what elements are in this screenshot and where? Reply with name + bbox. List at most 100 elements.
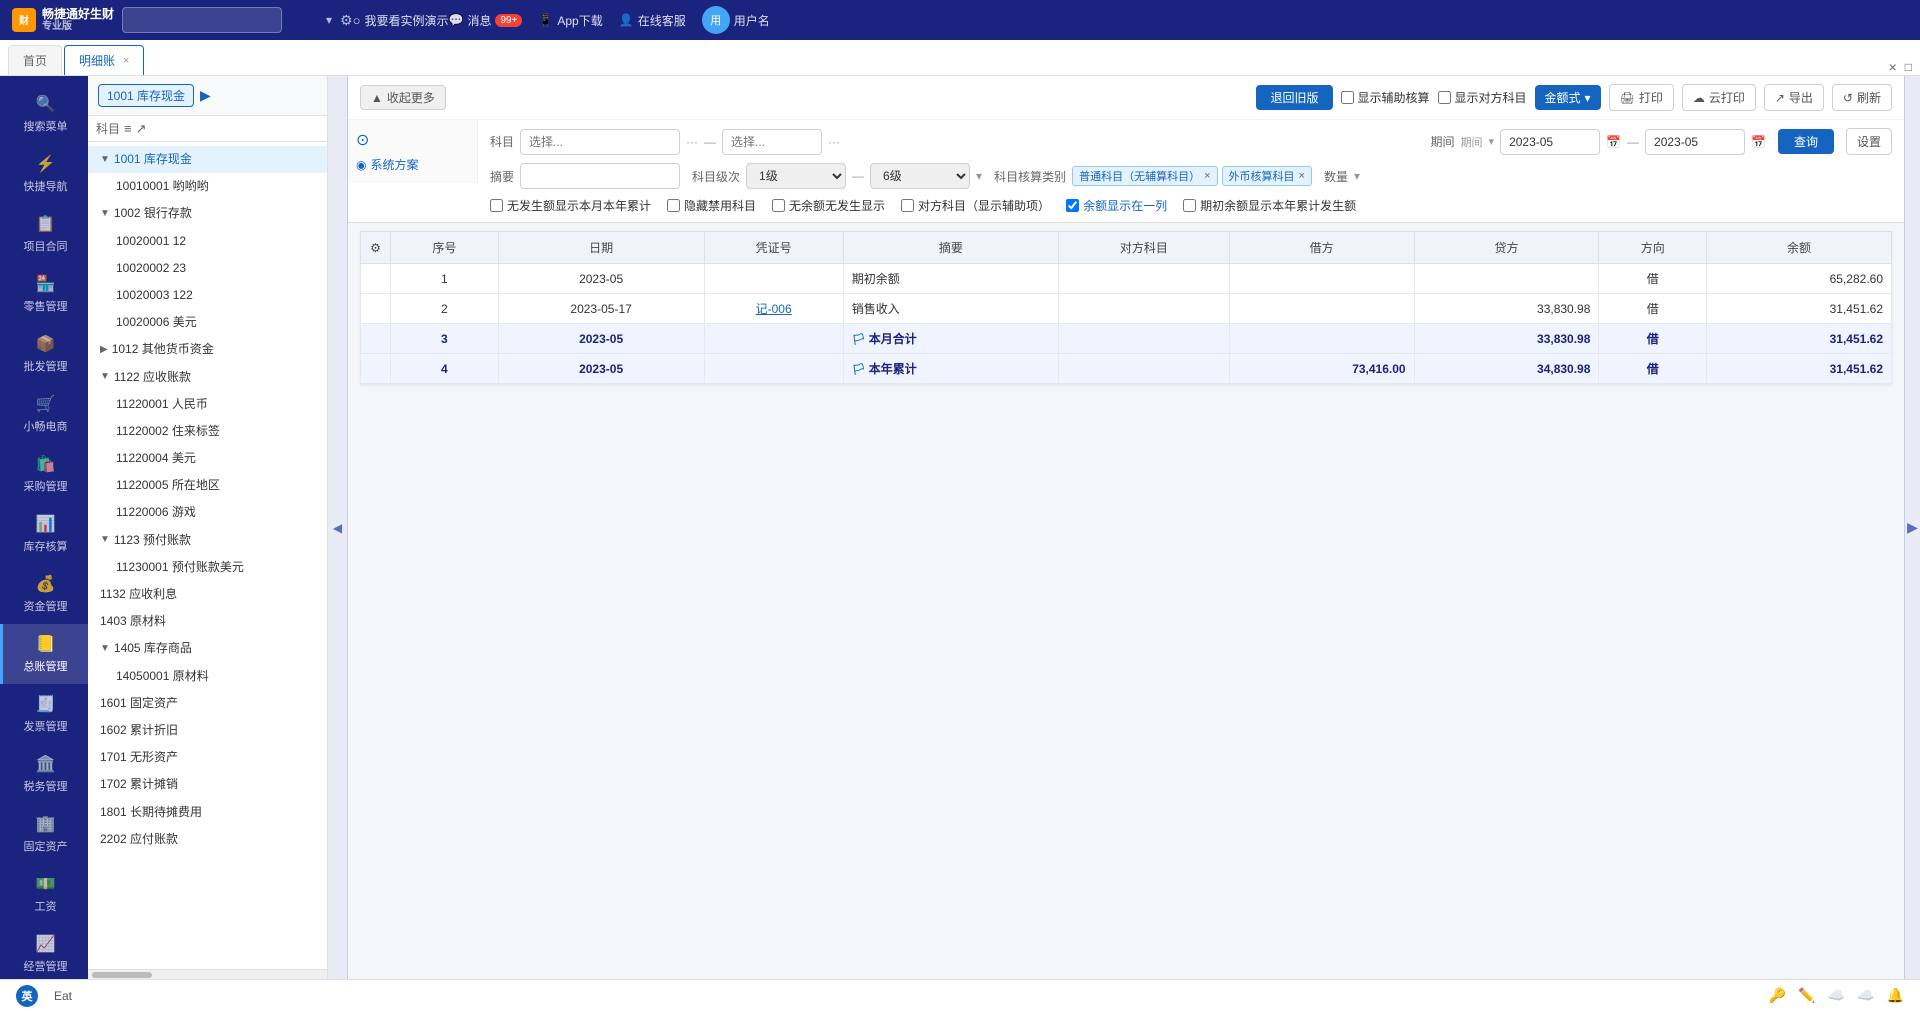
account-item-1001[interactable]: ▼ 1001 库存现金 [88, 146, 327, 173]
account-item-11220004[interactable]: 11220004 美元 [88, 445, 327, 472]
account-item-1122[interactable]: ▼ 1122 应收账款 [88, 364, 327, 391]
account-item-14050001[interactable]: 14050001 原材料 [88, 663, 327, 690]
system-scheme-btn[interactable]: ◉ 系统方案 [356, 156, 469, 173]
hide-disabled-checkbox[interactable] [667, 199, 680, 212]
bottom-icon-1[interactable]: 🔑 [1769, 987, 1786, 1004]
show-opposite-checkbox-label[interactable]: 显示对方科目 [1438, 89, 1527, 106]
app-download-btn[interactable]: 📱 App下载 [538, 12, 602, 29]
account-item-1132[interactable]: 1132 应收利息 [88, 581, 327, 608]
level-dropdown-icon[interactable]: ▾ [976, 169, 982, 183]
checkbox-hide-disabled[interactable]: 隐藏禁用科目 [667, 197, 756, 214]
bottom-icon-4[interactable]: ☁️ [1857, 987, 1874, 1004]
no-balance-checkbox[interactable] [772, 199, 785, 212]
expand-icon[interactable]: ↗ [136, 121, 147, 137]
account-item-10020002[interactable]: 10020002 23 [88, 255, 327, 282]
demo-link[interactable]: ○ 我要看实例演示 [353, 12, 449, 29]
voucher-link-2[interactable]: 记-006 [756, 302, 792, 316]
bottom-icon-3[interactable]: ☁️ [1828, 987, 1845, 1004]
show-helper-checkbox-label[interactable]: 显示辅助核算 [1341, 89, 1430, 106]
query-btn[interactable]: 查询 [1778, 129, 1834, 154]
account-item-11220002[interactable]: 11220002 住来标签 [88, 418, 327, 445]
sidebar-item-payroll[interactable]: 💵 工资 [0, 864, 88, 924]
period-end-input[interactable] [1645, 129, 1745, 155]
tab-ledger[interactable]: 明细账 × [64, 45, 144, 75]
no-amount-checkbox[interactable] [490, 199, 503, 212]
row-2-voucher[interactable]: 记-006 [704, 294, 843, 324]
export-btn[interactable]: ↗ 导出 [1764, 84, 1824, 111]
more-btn[interactable]: ▲ 收起更多 [360, 85, 446, 110]
print-btn[interactable]: 🖨 打印 [1609, 84, 1674, 111]
sidebar-item-ecommerce[interactable]: 🛒 小畅电商 [0, 384, 88, 444]
account-item-1602[interactable]: 1602 累计折旧 [88, 717, 327, 744]
checkbox-balance-col[interactable]: 余额显示在一列 [1066, 197, 1167, 214]
account-item-10020001[interactable]: 10020001 12 [88, 228, 327, 255]
show-opposite-checkbox[interactable] [1438, 91, 1451, 104]
checkbox-no-amount[interactable]: 无发生额显示本月本年累计 [490, 197, 651, 214]
account-item-11230001[interactable]: 11230001 预付账款美元 [88, 554, 327, 581]
account-item-1403[interactable]: 1403 原材料 [88, 608, 327, 635]
sidebar-item-funds[interactable]: 💰 资金管理 [0, 564, 88, 624]
account-item-11220001[interactable]: 11220001 人民币 [88, 391, 327, 418]
sidebar-item-purchase[interactable]: 🛍️ 采购管理 [0, 444, 88, 504]
subject-end-input[interactable] [722, 129, 822, 155]
balance-col-checkbox[interactable] [1066, 199, 1079, 212]
sidebar-item-retail[interactable]: 🏪 零售管理 [0, 264, 88, 324]
messages-btn[interactable]: 💬 消息 99+ [448, 12, 522, 29]
account-item-1002[interactable]: ▼ 1002 银行存款 [88, 200, 327, 227]
checkbox-opposite[interactable]: 对方科目（显示辅助项） [901, 197, 1050, 214]
columns-icon[interactable]: ≡ [124, 121, 132, 136]
user-avatar[interactable]: 用 用户名 [702, 6, 770, 34]
filter-icon[interactable]: ⊙ [356, 130, 369, 150]
search-dropdown-icon[interactable]: ▾ [326, 13, 332, 27]
section-collapse-btn[interactable]: ◀ [328, 76, 348, 979]
account-tag-expand-icon[interactable]: ▶ [200, 87, 211, 104]
settings-icon[interactable]: ⚙ [340, 12, 353, 29]
account-item-1601[interactable]: 1601 固定资产 [88, 690, 327, 717]
format-btn[interactable]: 金额式 ▾ [1535, 85, 1601, 110]
account-item-1702[interactable]: 1702 累计摊销 [88, 771, 327, 798]
sidebar-item-wholesale[interactable]: 📦 批发管理 [0, 324, 88, 384]
account-item-10020006[interactable]: 10020006 美元 [88, 309, 327, 336]
bottom-icon-5[interactable]: 🔔 [1887, 987, 1904, 1004]
account-scrollbar[interactable] [88, 969, 327, 979]
quantity-dropdown-icon[interactable]: ▾ [1354, 169, 1360, 183]
summary-input[interactable] [520, 163, 680, 189]
sidebar-item-invoice[interactable]: 🧾 发票管理 [0, 684, 88, 744]
show-helper-checkbox[interactable] [1341, 91, 1354, 104]
account-item-1801[interactable]: 1801 长期待摊费用 [88, 799, 327, 826]
sidebar-item-management[interactable]: 📈 经营管理 [0, 924, 88, 979]
checkbox-initial-balance[interactable]: 期初余额显示本年累计发生额 [1183, 197, 1356, 214]
sidebar-item-search[interactable]: 🔍 搜索菜单 [0, 84, 88, 144]
account-item-1012[interactable]: ▶ 1012 其他货币资金 [88, 336, 327, 363]
tab-close-icon[interactable]: × [123, 55, 129, 67]
back-old-version-btn[interactable]: 退回旧版 [1256, 85, 1332, 110]
top-search-input[interactable] [122, 7, 282, 33]
settings-btn[interactable]: 设置 [1846, 128, 1892, 155]
refresh-btn[interactable]: ↺ 刷新 [1832, 84, 1892, 111]
account-item-11220005[interactable]: 11220005 所在地区 [88, 472, 327, 499]
lang-switch-btn[interactable]: 英 [16, 985, 38, 1007]
account-item-1123[interactable]: ▼ 1123 预付账款 [88, 527, 327, 554]
account-item-1405[interactable]: ▼ 1405 库存商品 [88, 635, 327, 662]
sidebar-item-inventory[interactable]: 📊 库存核算 [0, 504, 88, 564]
right-collapse-panel[interactable]: ▶ [1904, 76, 1920, 979]
tab-home[interactable]: 首页 [8, 45, 62, 75]
level-start-select[interactable]: 1级2级3级4级5级6级 [746, 163, 846, 189]
sidebar-item-quicknav[interactable]: ⚡ 快捷导航 [0, 144, 88, 204]
cloud-print-btn[interactable]: ☁ 云打印 [1682, 84, 1756, 111]
account-item-2202[interactable]: 2202 应付账款 [88, 826, 327, 853]
account-item-11220006[interactable]: 11220006 游戏 [88, 499, 327, 526]
window-close-btn[interactable]: × [1889, 59, 1897, 75]
type-tag-foreign-close[interactable]: × [1299, 170, 1305, 182]
level-end-select[interactable]: 6级1级2级3级4级5级 [870, 163, 970, 189]
sidebar-item-ledger[interactable]: 📒 总账管理 [0, 624, 88, 684]
sidebar-item-project[interactable]: 📋 项目合同 [0, 204, 88, 264]
sidebar-item-assets[interactable]: 🏢 固定资产 [0, 804, 88, 864]
sidebar-item-tax[interactable]: 🏛️ 税务管理 [0, 744, 88, 804]
account-item-10010001[interactable]: 10010001 哟哟哟 [88, 173, 327, 200]
bottom-icon-2[interactable]: ✏️ [1798, 987, 1815, 1004]
period-dropdown-icon[interactable]: ▾ [1489, 135, 1495, 148]
period-start-input[interactable] [1500, 129, 1600, 155]
account-item-10020003[interactable]: 10020003 122 [88, 282, 327, 309]
checkbox-no-balance[interactable]: 无余额无发生显示 [772, 197, 885, 214]
